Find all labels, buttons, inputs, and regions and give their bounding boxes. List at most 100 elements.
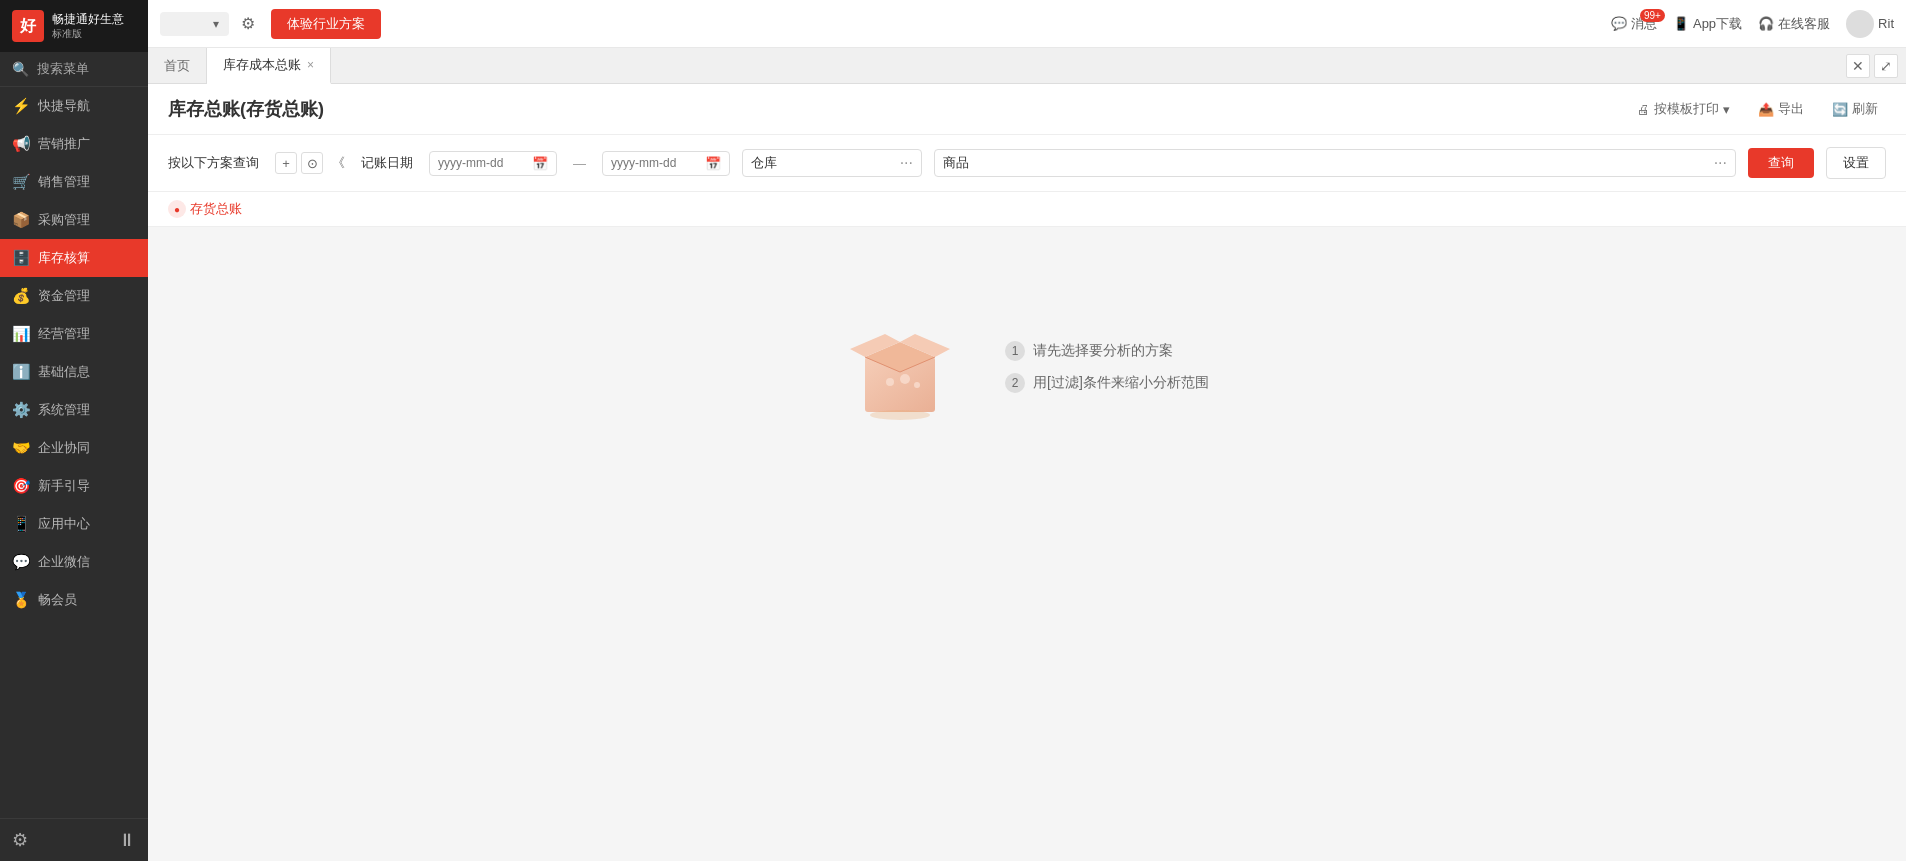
user-profile[interactable]: Rit [1846,10,1894,38]
filter-buttons: + ⊙ 《 [275,152,349,174]
topbar: ▾ ⚙ 体验行业方案 💬 消息 99+ 📱 App下载 🎧 在线客服 Rit [148,0,1906,48]
sidebar-nav: ⚡ 快捷导航 📢 营销推广 🛒 销售管理 📦 采购管理 🗄️ 库存核算 💰 资金… [0,87,148,818]
sidebar-item-wechat[interactable]: 💬 企业微信 [0,543,148,581]
sidebar-search[interactable]: 🔍 搜索菜单 [0,52,148,87]
sidebar-item-member[interactable]: 🏅 畅会员 [0,581,148,619]
refresh-icon: 🔄 [1832,102,1848,117]
sidebar-item-newbie[interactable]: 🎯 新手引导 [0,467,148,505]
sidebar-item-purchase[interactable]: 📦 采购管理 [0,201,148,239]
svg-point-8 [914,382,920,388]
trial-button[interactable]: 体验行业方案 [271,9,381,39]
empty-state: 1 请先选择要分析的方案 2 用[过滤]条件来缩小分析范围 [148,227,1906,507]
goods-field[interactable]: 商品 ··· [934,149,1736,177]
scheme-item[interactable]: ● 存货总账 [168,200,242,218]
wechat-icon: 💬 [12,553,30,571]
logo-text: 畅捷通好生意 标准版 [52,12,124,41]
sidebar-item-enterprise[interactable]: 🤝 企业协同 [0,429,148,467]
goods-label: 商品 [943,154,969,172]
filter-collapse-button[interactable]: 《 [327,152,349,174]
nav-label [170,15,209,33]
operations-icon: 📊 [12,325,30,343]
export-icon: 📤 [1758,102,1774,117]
date-end-input[interactable] [611,156,701,170]
warehouse-label: 仓库 [751,154,777,172]
sidebar-item-marketing[interactable]: 📢 营销推广 [0,125,148,163]
tab-home[interactable]: 首页 [148,48,207,84]
logo-icon: 好 [12,10,44,42]
empty-tips: 1 请先选择要分析的方案 2 用[过滤]条件来缩小分析范围 [1005,341,1209,393]
gear-button[interactable]: ⚙ [233,10,263,37]
warehouse-field[interactable]: 仓库 ··· [742,149,922,177]
print-chevron-icon: ▾ [1723,102,1730,117]
sidebar-item-sales[interactable]: 🛒 销售管理 [0,163,148,201]
page-title: 库存总账(存货总账) [168,97,324,121]
newbie-icon: 🎯 [12,477,30,495]
calendar-start-icon[interactable]: 📅 [532,156,548,171]
sidebar-item-system[interactable]: ⚙️ 系统管理 [0,391,148,429]
tab-close-window-button[interactable]: ✕ [1846,54,1870,78]
phone-icon: 📱 [1673,16,1689,31]
sidebar-item-operations[interactable]: 📊 经营管理 [0,315,148,353]
audio-icon[interactable]: ⏸ [118,830,136,851]
empty-tip-1: 1 请先选择要分析的方案 [1005,341,1209,361]
page-content: 库存总账(存货总账) 🖨 按模板打印 ▾ 📤 导出 🔄 刷新 [148,84,1906,861]
message-badge: 99+ [1640,9,1665,22]
purchase-icon: 📦 [12,211,30,229]
goods-more-icon[interactable]: ··· [1714,154,1727,172]
sidebar-item-basic-info[interactable]: ℹ️ 基础信息 [0,353,148,391]
enterprise-icon: 🤝 [12,439,30,457]
filter-add-button[interactable]: + [275,152,297,174]
headset-icon: 🎧 [1758,16,1774,31]
tab-expand-button[interactable]: ⤢ [1874,54,1898,78]
marketing-icon: 📢 [12,135,30,153]
system-icon: ⚙️ [12,401,30,419]
message-button[interactable]: 💬 消息 99+ [1611,15,1657,33]
date-start-field[interactable]: 📅 [429,151,557,176]
sidebar-item-inventory[interactable]: 🗄️ 库存核算 [0,239,148,277]
app-download-button[interactable]: 📱 App下载 [1673,15,1742,33]
empty-illustration [845,307,965,427]
finance-icon: 💰 [12,287,30,305]
filter-row: 按以下方案查询 + ⊙ 《 记账日期 📅 — 📅 仓库 [168,147,1886,179]
main-content: ▾ ⚙ 体验行业方案 💬 消息 99+ 📱 App下载 🎧 在线客服 Rit [148,0,1906,861]
svg-point-6 [886,378,894,386]
calendar-end-icon[interactable]: 📅 [705,156,721,171]
empty-tip-2: 2 用[过滤]条件来缩小分析范围 [1005,373,1209,393]
nav-back-button[interactable]: ▾ [160,12,229,36]
export-button[interactable]: 📤 导出 [1750,96,1812,122]
scheme-indicator-icon: ● [168,200,186,218]
refresh-button[interactable]: 🔄 刷新 [1824,96,1886,122]
date-end-field[interactable]: 📅 [602,151,730,176]
sidebar-item-app-center[interactable]: 📱 应用中心 [0,505,148,543]
message-icon: 💬 [1611,16,1627,31]
settings-button[interactable]: 设置 [1826,147,1886,179]
sidebar-bottom: ⚙ ⏸ [0,818,148,861]
tab-close-button[interactable]: × [307,58,314,72]
sales-icon: 🛒 [12,173,30,191]
filter-scheme-button[interactable]: ⊙ [301,152,323,174]
topbar-right: 💬 消息 99+ 📱 App下载 🎧 在线客服 Rit [1611,10,1894,38]
sidebar-item-finance[interactable]: 💰 资金管理 [0,277,148,315]
warehouse-more-icon[interactable]: ··· [900,154,913,172]
tabs-right: ✕ ⤢ [1846,54,1906,78]
tab-inventory-ledger[interactable]: 库存成本总账 × [207,48,331,84]
date-separator: — [573,156,586,171]
svg-point-7 [900,374,910,384]
quick-nav-icon: ⚡ [12,97,30,115]
date-start-input[interactable] [438,156,528,170]
tip-num-2: 2 [1005,373,1025,393]
avatar [1846,10,1874,38]
online-service-button[interactable]: 🎧 在线客服 [1758,15,1830,33]
scheme-row: ● 存货总账 [148,192,1906,227]
date-label: 记账日期 [361,154,413,172]
tabs-bar: 首页 库存成本总账 × ✕ ⤢ [148,48,1906,84]
chevron-down-icon: ▾ [213,17,219,31]
query-button[interactable]: 查询 [1748,148,1814,178]
svg-point-9 [870,410,930,420]
sidebar-item-quick-nav[interactable]: ⚡ 快捷导航 [0,87,148,125]
settings-icon[interactable]: ⚙ [12,829,28,851]
print-button[interactable]: 🖨 按模板打印 ▾ [1629,96,1738,122]
topbar-left: ▾ ⚙ 体验行业方案 [160,9,1611,39]
header-actions: 🖨 按模板打印 ▾ 📤 导出 🔄 刷新 [1629,96,1886,122]
sidebar-logo: 好 畅捷通好生意 标准版 [0,0,148,52]
